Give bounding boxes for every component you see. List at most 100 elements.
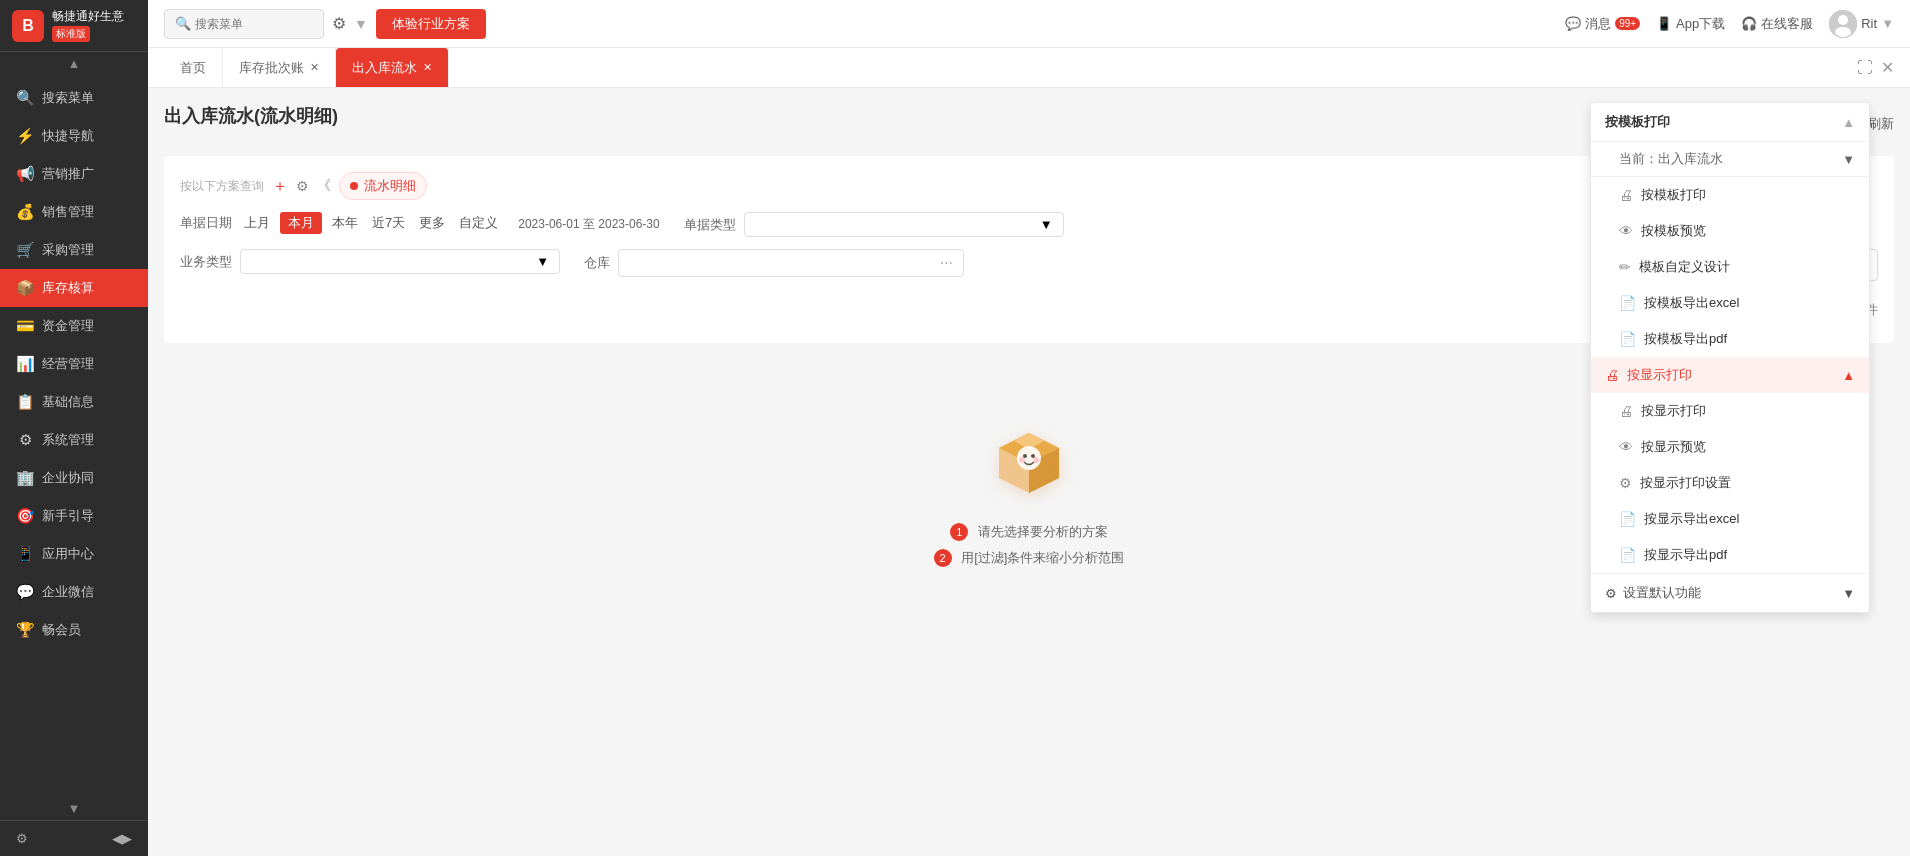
search-input[interactable] [195, 17, 313, 31]
dropdown-item-display-print-settings[interactable]: ⚙ 按显示打印设置 [1591, 465, 1869, 501]
tabs-right: ⛶ ✕ [1857, 58, 1894, 77]
tab-maximize-btn[interactable]: ⛶ [1857, 59, 1873, 77]
sidebar-nav: 🔍 搜索菜单 ⚡ 快捷导航 📢 营销推广 💰 销售管理 🛒 采购管理 📦 库存核… [0, 75, 148, 797]
dropdown-item-template-custom[interactable]: ✏ 模板自定义设计 [1591, 249, 1869, 285]
date-opt-current-year[interactable]: 本年 [328, 212, 362, 234]
sidebar-item-basic-info[interactable]: 📋 基础信息 [0, 383, 148, 421]
app-download-icon: 📱 [1656, 16, 1672, 31]
company-name: 畅捷通好生意 [52, 9, 124, 25]
dropdown-group2-title: 按显示打印 [1627, 366, 1692, 384]
sidebar-item-sales[interactable]: 💰 销售管理 [0, 193, 148, 231]
newbie-icon: 🎯 [16, 507, 34, 525]
dropdown-group2-header[interactable]: 🖨 按显示打印 ▲ [1591, 357, 1869, 393]
date-opt-more[interactable]: 更多 [415, 212, 449, 234]
sidebar-scroll-down[interactable]: ▼ [0, 797, 148, 820]
dropdown-item-template-preview[interactable]: 👁 按模板预览 [1591, 213, 1869, 249]
filter-warehouse-item: 仓库 ··· [584, 249, 964, 277]
sidebar-item-finance[interactable]: 💳 资金管理 [0, 307, 148, 345]
date-range-text: 2023-06-01 至 2023-06-30 [518, 216, 659, 233]
dropdown-item-template-print[interactable]: 🖨 按模板打印 [1591, 177, 1869, 213]
sidebar-item-operation[interactable]: 📊 经营管理 [0, 345, 148, 383]
svg-point-11 [1033, 457, 1039, 463]
topbar-search-icon: 🔍 [175, 16, 191, 31]
filter-business-type-item: 业务类型 ▼ [180, 249, 560, 274]
date-opt-last-month[interactable]: 上月 [240, 212, 274, 234]
topbar: 🔍 ⚙ ▼ 体验行业方案 💬 消息 99+ 📱 App下载 🎧 在线客服 [148, 0, 1910, 48]
dropdown-item-display-preview[interactable]: 👁 按显示预览 [1591, 429, 1869, 465]
date-options: 上月 本月 本年 近7天 更多 自定义 [240, 212, 502, 234]
dp-item-label: 按模板导出excel [1644, 294, 1739, 312]
sidebar-item-label: 基础信息 [42, 393, 94, 411]
date-opt-current-month[interactable]: 本月 [280, 212, 322, 234]
user-avatar-area[interactable]: Rit ▼ [1829, 10, 1894, 38]
filter-collapse-button[interactable]: 《 [317, 177, 331, 195]
tab-inout-flow-close[interactable]: ✕ [423, 61, 432, 74]
sidebar-item-enterprise[interactable]: 🏢 企业协同 [0, 459, 148, 497]
sidebar-item-member[interactable]: 🏆 畅会员 [0, 611, 148, 649]
online-service-btn[interactable]: 🎧 在线客服 [1741, 15, 1813, 33]
settings-icon[interactable]: ⚙ [16, 831, 28, 846]
tab-inventory-batch[interactable]: 库存批次账 ✕ [223, 48, 336, 87]
message-btn[interactable]: 💬 消息 99+ [1565, 15, 1640, 33]
app-download-label: App下载 [1676, 15, 1725, 33]
dropdown-header: 按模板打印 ▲ [1591, 103, 1869, 142]
filter-tag-label: 流水明细 [364, 177, 416, 195]
filter-tag[interactable]: 流水明细 [339, 172, 427, 200]
app-download-btn[interactable]: 📱 App下载 [1656, 15, 1725, 33]
message-badge: 99+ [1615, 17, 1640, 30]
message-icon: 💬 [1565, 16, 1581, 31]
sidebar-item-label: 销售管理 [42, 203, 94, 221]
inventory-icon: 📦 [16, 279, 34, 297]
sidebar-item-label: 库存核算 [42, 279, 94, 297]
sidebar-bottom: ⚙ ◀▶ [0, 820, 148, 856]
tabs-bar: 首页 库存批次账 ✕ 出入库流水 ✕ ⛶ ✕ [148, 48, 1910, 88]
topbar-settings-icon[interactable]: ⚙ [332, 14, 346, 33]
add-filter-button[interactable]: ＋ [272, 176, 288, 197]
svg-point-10 [1019, 457, 1025, 463]
user-dropdown-icon: ▼ [1881, 16, 1894, 31]
tab-close-all-btn[interactable]: ✕ [1881, 58, 1894, 77]
dropdown-item-display-excel[interactable]: 📄 按显示导出excel [1591, 501, 1869, 537]
tab-home[interactable]: 首页 [164, 48, 223, 87]
sidebar-item-search[interactable]: 🔍 搜索菜单 [0, 79, 148, 117]
date-opt-7days[interactable]: 近7天 [368, 212, 409, 234]
dropdown-item-template-excel[interactable]: 📄 按模板导出excel [1591, 285, 1869, 321]
search-icon: 🔍 [16, 89, 34, 107]
dropdown-item-template-pdf[interactable]: 📄 按模板导出pdf [1591, 321, 1869, 357]
empty-illustration [979, 403, 1079, 503]
basic-info-icon: 📋 [16, 393, 34, 411]
app-center-icon: 📱 [16, 545, 34, 563]
operation-icon: 📊 [16, 355, 34, 373]
date-opt-custom[interactable]: 自定义 [455, 212, 502, 234]
filter-settings-button[interactable]: ⚙ [296, 178, 309, 194]
dropdown-scroll-up-icon[interactable]: ▲ [1842, 115, 1855, 130]
display-print-icon: 🖨 [1619, 403, 1633, 419]
system-icon: ⚙ [16, 431, 34, 449]
dropdown-item-display-pdf[interactable]: 📄 按显示导出pdf [1591, 537, 1869, 573]
topbar-dropdown-icon[interactable]: ▼ [354, 16, 368, 32]
topbar-search-box[interactable]: 🔍 [164, 9, 324, 39]
sidebar-item-system[interactable]: ⚙ 系统管理 [0, 421, 148, 459]
warehouse-select[interactable]: ··· [618, 249, 964, 277]
bill-type-select[interactable]: ▼ [744, 212, 1064, 237]
sidebar-item-wechat[interactable]: 💬 企业微信 [0, 573, 148, 611]
sidebar-scroll-up[interactable]: ▲ [0, 52, 148, 75]
sidebar-item-newbie[interactable]: 🎯 新手引导 [0, 497, 148, 535]
dropdown-footer[interactable]: ⚙ 设置默认功能 ▼ [1591, 573, 1869, 612]
collapse-icon[interactable]: ◀▶ [112, 831, 132, 846]
trial-button[interactable]: 体验行业方案 [376, 9, 486, 39]
marketing-icon: 📢 [16, 165, 34, 183]
app-info: 畅捷通好生意 标准版 [52, 9, 124, 43]
sidebar-item-quick-nav[interactable]: ⚡ 快捷导航 [0, 117, 148, 155]
sidebar-item-app-center[interactable]: 📱 应用中心 [0, 535, 148, 573]
filter-tag-dot [350, 182, 358, 190]
logo-icon: B [12, 10, 44, 42]
dropdown-item-display-print[interactable]: 🖨 按显示打印 [1591, 393, 1869, 429]
sidebar-item-inventory[interactable]: 📦 库存核算 [0, 269, 148, 307]
sidebar-item-marketing[interactable]: 📢 营销推广 [0, 155, 148, 193]
sidebar-item-purchase[interactable]: 🛒 采购管理 [0, 231, 148, 269]
business-type-select[interactable]: ▼ [240, 249, 560, 274]
sidebar-item-label: 系统管理 [42, 431, 94, 449]
tab-inout-flow[interactable]: 出入库流水 ✕ [336, 48, 449, 87]
tab-inventory-batch-close[interactable]: ✕ [310, 61, 319, 74]
